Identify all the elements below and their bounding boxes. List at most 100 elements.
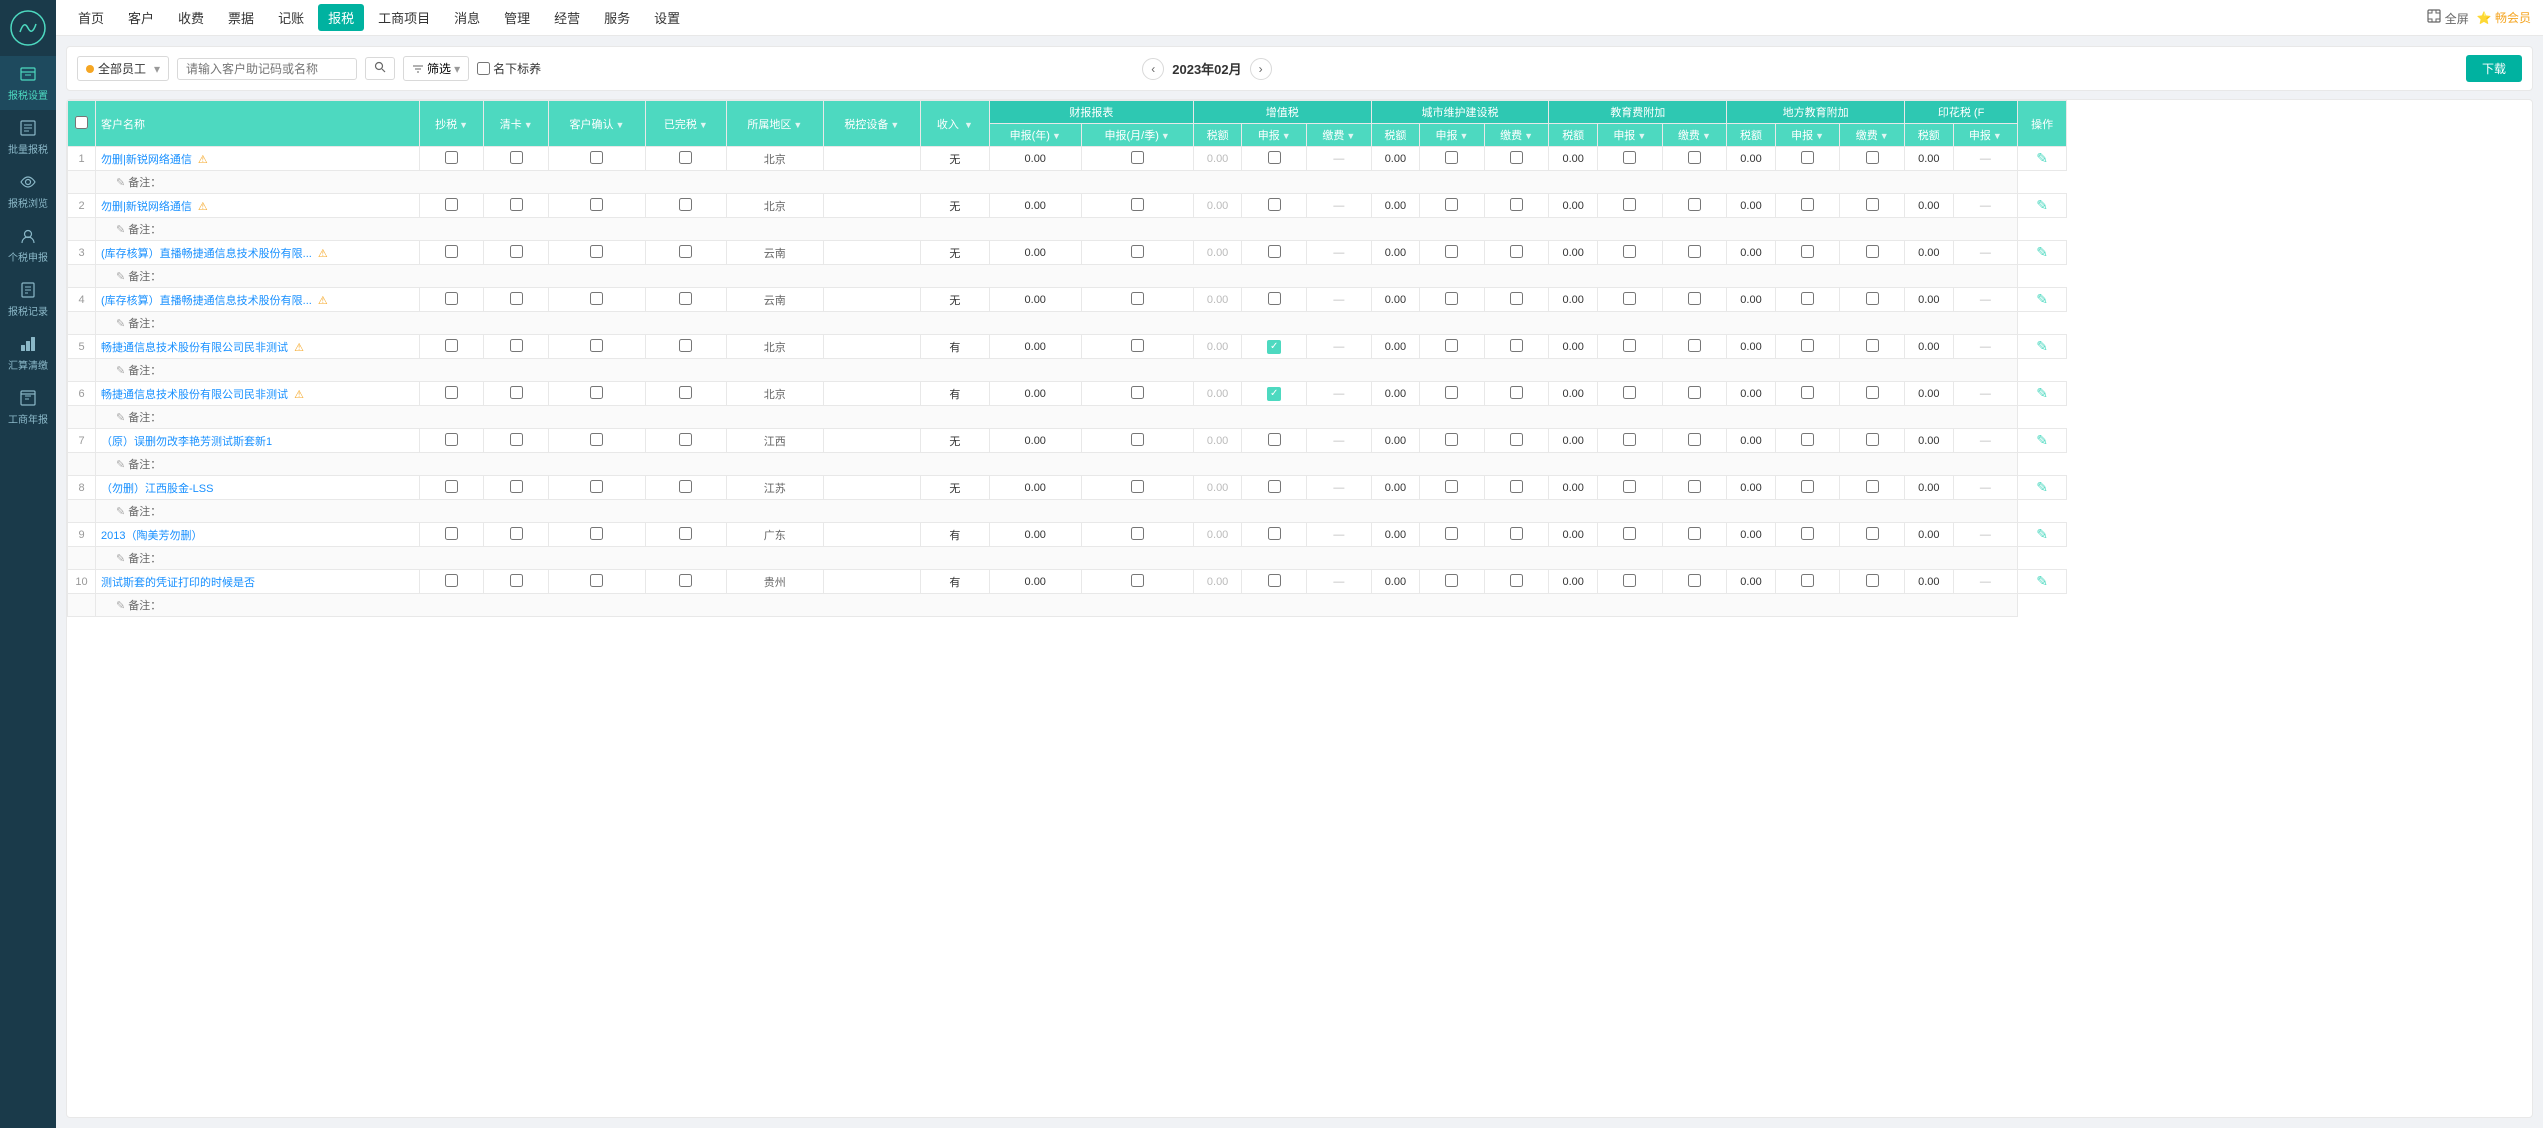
th-cm-declare[interactable]: 申报▼ [1420,124,1485,147]
completed-check[interactable] [679,292,692,305]
cm-declare-check[interactable] [1445,245,1458,258]
clear-card-check[interactable] [510,198,523,211]
le-declare-check[interactable] [1801,245,1814,258]
nav-home[interactable]: 首页 [68,4,114,31]
cm-fee-check[interactable] [1510,527,1523,540]
le-fee-check[interactable] [1866,574,1879,587]
download-button[interactable]: 下载 [2466,55,2522,82]
search-button[interactable] [365,57,395,80]
le-fee-check[interactable] [1866,245,1879,258]
es-declare-check[interactable] [1623,198,1636,211]
sidebar-item-tax-view[interactable]: 报税浏览 [0,164,56,218]
clear-card-check[interactable] [510,433,523,446]
cm-fee-check[interactable] [1510,151,1523,164]
le-fee-check[interactable] [1866,480,1879,493]
th-tax-type[interactable]: 抄税▼ [419,101,484,147]
row-checkbox[interactable] [1268,574,1281,587]
es-declare-check[interactable] [1623,292,1636,305]
tax-type-check[interactable] [445,198,458,211]
edit-icon[interactable]: ✎ [2036,432,2048,448]
cm-declare-check[interactable] [1445,527,1458,540]
th-fr-month[interactable]: 申报(月/季)▼ [1081,124,1193,147]
sidebar-item-personal-tax[interactable]: 个税申报 [0,218,56,272]
completed-check[interactable] [679,339,692,352]
nav-operation[interactable]: 经营 [544,4,590,31]
cm-fee-check[interactable] [1510,198,1523,211]
th-income[interactable]: 收入 ▼ [920,101,989,147]
owner-confirm-check[interactable] [590,433,603,446]
row-checkbox[interactable] [1268,151,1281,164]
th-le-fee[interactable]: 缴费▼ [1840,124,1905,147]
owner-confirm-check[interactable] [590,339,603,352]
edit-icon[interactable]: ✎ [2036,526,2048,542]
es-fee-check[interactable] [1688,292,1701,305]
nav-invoice[interactable]: 票据 [218,4,264,31]
es-declare-check[interactable] [1623,527,1636,540]
es-fee-check[interactable] [1688,386,1701,399]
tax-type-check[interactable] [445,339,458,352]
tax-type-check[interactable] [445,386,458,399]
cm-fee-check[interactable] [1510,433,1523,446]
le-declare-check[interactable] [1801,292,1814,305]
employee-filter[interactable]: 全部员工 ▾ [77,56,169,81]
nav-management[interactable]: 管理 [494,4,540,31]
next-date-button[interactable]: › [1250,58,1272,80]
company-name[interactable]: 勿删|新锐网络通信 [101,154,192,166]
owner-confirm-check[interactable] [590,151,603,164]
edit-icon[interactable]: ✎ [2036,338,2048,354]
le-fee-check[interactable] [1866,339,1879,352]
le-declare-check[interactable] [1801,480,1814,493]
th-es-fee[interactable]: 缴费▼ [1662,124,1727,147]
company-name[interactable]: 测试斯套的凭证打印的时候是否 [101,577,255,589]
remark-pencil-icon[interactable]: ✎ [116,459,125,471]
vip-btn[interactable]: ⭐ 畅会员 [2477,9,2531,26]
nav-industry[interactable]: 工商项目 [368,4,440,31]
owner-confirm-check[interactable] [590,480,603,493]
nav-collection[interactable]: 收费 [168,4,214,31]
sidebar-item-summary[interactable]: 汇算清缴 [0,326,56,380]
es-fee-check[interactable] [1688,198,1701,211]
clear-card-check[interactable] [510,339,523,352]
th-completed[interactable]: 已完税▼ [645,101,726,147]
company-name[interactable]: (库存核算）直播畅捷通信息技术股份有限... [101,248,312,260]
sidebar-item-tax-records[interactable]: 报税记录 [0,272,56,326]
completed-check[interactable] [679,386,692,399]
owner-confirm-check[interactable] [590,292,603,305]
es-fee-check[interactable] [1688,151,1701,164]
le-fee-check[interactable] [1866,292,1879,305]
cm-fee-check[interactable] [1510,245,1523,258]
remark-pencil-icon[interactable]: ✎ [116,224,125,236]
th-checkbox[interactable] [68,101,96,147]
tax-type-check[interactable] [445,527,458,540]
name-tag-filter[interactable]: 名下标养 [477,60,541,77]
es-fee-check[interactable] [1688,339,1701,352]
owner-confirm-check[interactable] [590,245,603,258]
edit-icon[interactable]: ✎ [2036,479,2048,495]
select-all-checkbox[interactable] [75,116,88,129]
es-declare-check[interactable] [1623,386,1636,399]
fr-declare-check[interactable] [1131,527,1144,540]
edit-icon[interactable]: ✎ [2036,291,2048,307]
edit-icon[interactable]: ✎ [2036,385,2048,401]
sidebar-item-batch-tax[interactable]: 批量报税 [0,110,56,164]
remark-pencil-icon[interactable]: ✎ [116,412,125,424]
completed-check[interactable] [679,433,692,446]
fr-declare-check[interactable] [1131,433,1144,446]
th-tax-device[interactable]: 税控设备▼ [823,101,920,147]
clear-card-check[interactable] [510,527,523,540]
edit-icon[interactable]: ✎ [2036,197,2048,213]
remark-pencil-icon[interactable]: ✎ [116,600,125,612]
th-vat-fee[interactable]: 缴费▼ [1307,124,1372,147]
remark-pencil-icon[interactable]: ✎ [116,365,125,377]
clear-card-check[interactable] [510,292,523,305]
th-region[interactable]: 所属地区▼ [726,101,823,147]
row-checkbox[interactable] [1268,292,1281,305]
owner-confirm-check[interactable] [590,386,603,399]
tax-type-check[interactable] [445,480,458,493]
es-declare-check[interactable] [1623,480,1636,493]
company-name[interactable]: 勿删|新锐网络通信 [101,201,192,213]
tax-type-check[interactable] [445,292,458,305]
remark-pencil-icon[interactable]: ✎ [116,506,125,518]
prev-date-button[interactable]: ‹ [1142,58,1164,80]
cm-fee-check[interactable] [1510,339,1523,352]
